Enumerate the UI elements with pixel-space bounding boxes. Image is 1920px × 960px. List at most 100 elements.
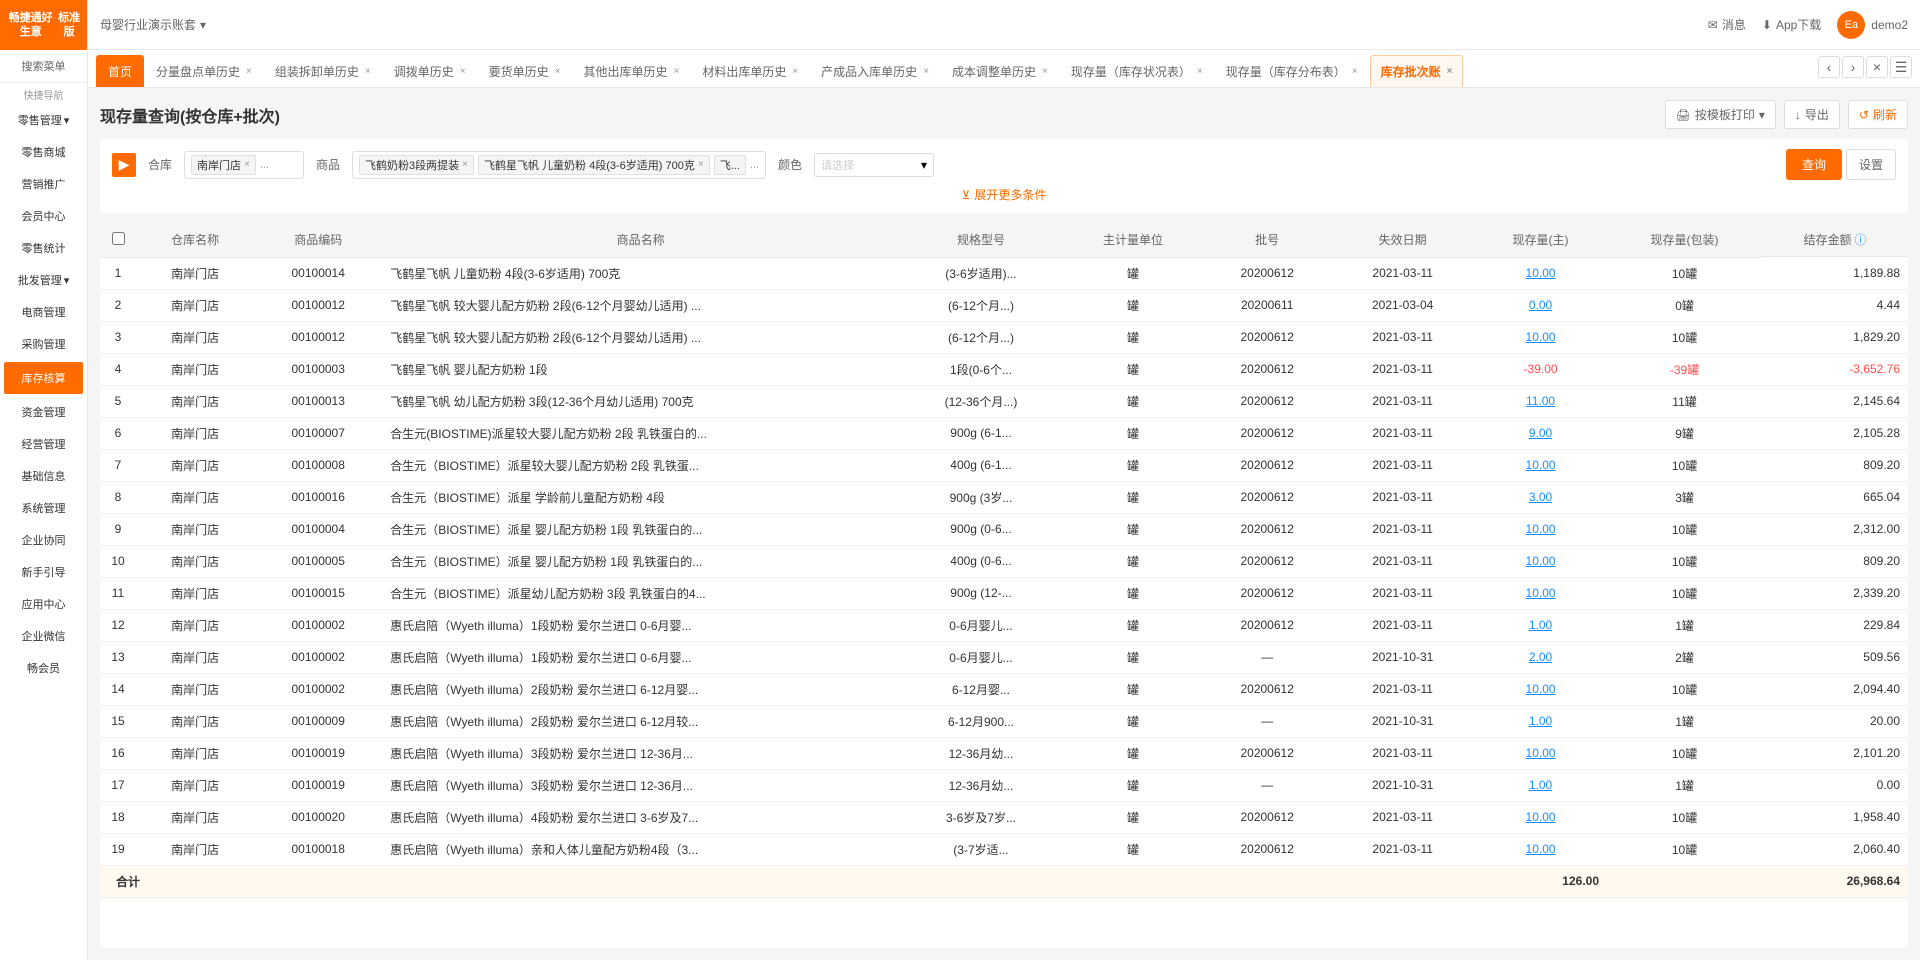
sidebar-item-retail-stats[interactable]: 零售统计 bbox=[0, 232, 87, 264]
warehouse-more[interactable]: ... bbox=[260, 159, 269, 171]
tab-close-2[interactable]: × bbox=[365, 66, 371, 77]
cell-warehouse: 南岸门店 bbox=[136, 417, 254, 449]
goods-tag-1: 飞鹤星飞帆 儿童奶粉 4段(3-6岁适用) 700克 × bbox=[478, 155, 710, 175]
sidebar-item-purchase[interactable]: 采购管理 bbox=[0, 328, 87, 360]
filter-expand-row[interactable]: ⊻ 展开更多条件 bbox=[112, 186, 1896, 203]
warehouse-filter-group[interactable]: 南岸门店 × ... bbox=[184, 151, 304, 179]
cell-code: 00100020 bbox=[254, 801, 382, 833]
tab-prev-btn[interactable]: ‹ bbox=[1818, 56, 1840, 78]
tab-close-3[interactable]: × bbox=[460, 66, 466, 77]
cell-idx: 15 bbox=[100, 705, 136, 737]
cell-batch: 20200612 bbox=[1203, 609, 1331, 641]
cell-unit: 罐 bbox=[1063, 769, 1203, 801]
tab-transfer-history[interactable]: 调拨单历史 × bbox=[383, 55, 477, 87]
sidebar-item-guide[interactable]: 新手引导 bbox=[0, 556, 87, 588]
sidebar-item-retail-mgmt[interactable]: 零售管理 ▾ bbox=[0, 104, 87, 136]
user-menu[interactable]: Ea demo2 bbox=[1837, 11, 1908, 39]
export-button[interactable]: ↓ 导出 bbox=[1784, 100, 1840, 129]
tab-close-11[interactable]: × bbox=[1447, 66, 1453, 77]
sidebar-item-system[interactable]: 系统管理 bbox=[0, 492, 87, 524]
cell-qty-pack: 10罐 bbox=[1607, 801, 1762, 833]
cell-name: 惠氏启陪（Wyeth illuma）1段奶粉 爱尔兰进口 0-6月婴... bbox=[382, 641, 899, 673]
cell-qty-main: 10.00 bbox=[1474, 449, 1607, 481]
cell-warehouse: 南岸门店 bbox=[136, 545, 254, 577]
tab-close-6[interactable]: × bbox=[792, 66, 798, 77]
tab-requisition-history[interactable]: 要货单历史 × bbox=[478, 55, 572, 87]
cell-warehouse: 南岸门店 bbox=[136, 289, 254, 321]
tab-material-out-history[interactable]: 材料出库单历史 × bbox=[691, 55, 809, 87]
tab-next-btn[interactable]: › bbox=[1842, 56, 1864, 78]
goods-more[interactable]: ... bbox=[750, 159, 759, 171]
refresh-button[interactable]: ↺ 刷新 bbox=[1848, 100, 1908, 129]
filter-expand-button[interactable]: ▶ bbox=[112, 153, 136, 177]
warehouse-tag-close-0[interactable]: × bbox=[244, 159, 250, 170]
cell-name: 飞鹤星飞帆 儿童奶粉 4段(3-6岁适用) 700克 bbox=[382, 257, 899, 289]
cell-warehouse: 南岸门店 bbox=[136, 353, 254, 385]
tab-cost-adjust-history[interactable]: 成本调整单历史 × bbox=[941, 55, 1059, 87]
color-filter-group[interactable]: 请选择 ▾ bbox=[814, 153, 934, 177]
tab-product-in-history[interactable]: 产成品入库单历史 × bbox=[810, 55, 940, 87]
sidebar-item-finance[interactable]: 资金管理 bbox=[0, 396, 87, 428]
sidebar-item-retail-store[interactable]: 零售商城 bbox=[0, 136, 87, 168]
app-download-btn[interactable]: ⬇ App下载 bbox=[1762, 16, 1821, 33]
cell-warehouse: 南岸门店 bbox=[136, 577, 254, 609]
balance-info-icon[interactable]: ⓘ bbox=[1855, 231, 1867, 248]
cell-qty-pack: 10罐 bbox=[1607, 321, 1762, 353]
goods-tag-close-0[interactable]: × bbox=[462, 159, 468, 170]
sidebar-item-appcenter[interactable]: 应用中心 bbox=[0, 588, 87, 620]
summary-row: 合计 126.00 26,968.64 bbox=[100, 865, 1908, 897]
sidebar-item-vip[interactable]: 畅会员 bbox=[0, 652, 87, 684]
sidebar-item-wholesale[interactable]: 批发管理 ▾ bbox=[0, 264, 87, 296]
tab-close-1[interactable]: × bbox=[246, 66, 252, 77]
tab-close-9[interactable]: × bbox=[1197, 66, 1203, 77]
tab-close-8[interactable]: × bbox=[1042, 66, 1048, 77]
sidebar-item-marketing[interactable]: 营销推广 bbox=[0, 168, 87, 200]
summary-balance: 26,968.64 bbox=[1762, 865, 1908, 897]
goods-filter-group[interactable]: 飞鹤奶粉3段两提装 × 飞鹤星飞帆 儿童奶粉 4段(3-6岁适用) 700克 ×… bbox=[352, 151, 766, 179]
cell-name: 惠氏启陪（Wyeth illuma）亲和人体儿童配方奶粉4段（3... bbox=[382, 833, 899, 865]
tab-other-out-history[interactable]: 其他出库单历史 × bbox=[572, 55, 690, 87]
cell-name: 合生元（BIOSTIME）派星 婴儿配方奶粉 1段 乳铁蛋白的... bbox=[382, 545, 899, 577]
sidebar-item-wechat[interactable]: 企业微信 bbox=[0, 620, 87, 652]
tab-inventory-status[interactable]: 现存量（库存状况表） × bbox=[1060, 55, 1214, 87]
sidebar: 畅捷通好生意 标准版 搜索菜单 快捷导航 零售管理 ▾ 零售商城 营销推广 会员… bbox=[0, 0, 88, 960]
tab-menu-btn[interactable]: ☰ bbox=[1890, 56, 1912, 78]
tab-close-all-btn[interactable]: × bbox=[1866, 56, 1888, 78]
cell-code: 00100015 bbox=[254, 577, 382, 609]
cell-warehouse: 南岸门店 bbox=[136, 321, 254, 353]
tab-inventory-dist[interactable]: 现存量（库存分布表） × bbox=[1215, 55, 1369, 87]
cell-idx: 1 bbox=[100, 257, 136, 289]
message-btn[interactable]: ✉ 消息 bbox=[1708, 16, 1746, 33]
sidebar-item-operation[interactable]: 经营管理 bbox=[0, 428, 87, 460]
select-all-checkbox[interactable] bbox=[112, 232, 125, 245]
message-icon: ✉ bbox=[1708, 18, 1718, 32]
tab-inventory-count-history[interactable]: 分量盘点单历史 × bbox=[145, 55, 263, 87]
tab-close-5[interactable]: × bbox=[673, 66, 679, 77]
sidebar-item-member[interactable]: 会员中心 bbox=[0, 200, 87, 232]
cell-batch: 20200612 bbox=[1203, 545, 1331, 577]
sidebar-item-ecommerce[interactable]: 电商管理 bbox=[0, 296, 87, 328]
cell-idx: 17 bbox=[100, 769, 136, 801]
sidebar-item-basic[interactable]: 基础信息 bbox=[0, 460, 87, 492]
cell-code: 00100012 bbox=[254, 289, 382, 321]
settings-button[interactable]: 设置 bbox=[1846, 149, 1896, 180]
th-checkbox[interactable] bbox=[100, 223, 136, 257]
filter-row: ▶ 合库 南岸门店 × ... 商品 飞鹤奶粉3段两提装 × bbox=[112, 149, 1896, 180]
print-button[interactable]: 🖨 按模板打印 ▾ bbox=[1665, 100, 1776, 129]
cell-unit: 罐 bbox=[1063, 353, 1203, 385]
sidebar-item-enterprise[interactable]: 企业协同 bbox=[0, 524, 87, 556]
tab-batch-invoice[interactable]: 库存批次账 × bbox=[1370, 55, 1464, 87]
account-dropdown[interactable]: 母婴行业演示账套 ▾ bbox=[100, 16, 206, 33]
search-menu[interactable]: 搜索菜单 bbox=[0, 50, 87, 83]
cell-expiry: 2021-10-31 bbox=[1331, 769, 1474, 801]
query-button[interactable]: 查询 bbox=[1786, 149, 1842, 180]
tab-disassemble-history[interactable]: 组装拆卸单历史 × bbox=[264, 55, 382, 87]
tab-close-10[interactable]: × bbox=[1352, 66, 1358, 77]
tab-close-4[interactable]: × bbox=[555, 66, 561, 77]
goods-tag-close-1[interactable]: × bbox=[698, 159, 704, 170]
cell-name: 惠氏启陪（Wyeth illuma）1段奶粉 爱尔兰进口 0-6月婴... bbox=[382, 609, 899, 641]
sidebar-item-inventory[interactable]: 库存核算 bbox=[4, 362, 83, 394]
tab-close-7[interactable]: × bbox=[923, 66, 929, 77]
cell-batch: 20200612 bbox=[1203, 577, 1331, 609]
tab-home[interactable]: 首页 bbox=[96, 55, 144, 87]
